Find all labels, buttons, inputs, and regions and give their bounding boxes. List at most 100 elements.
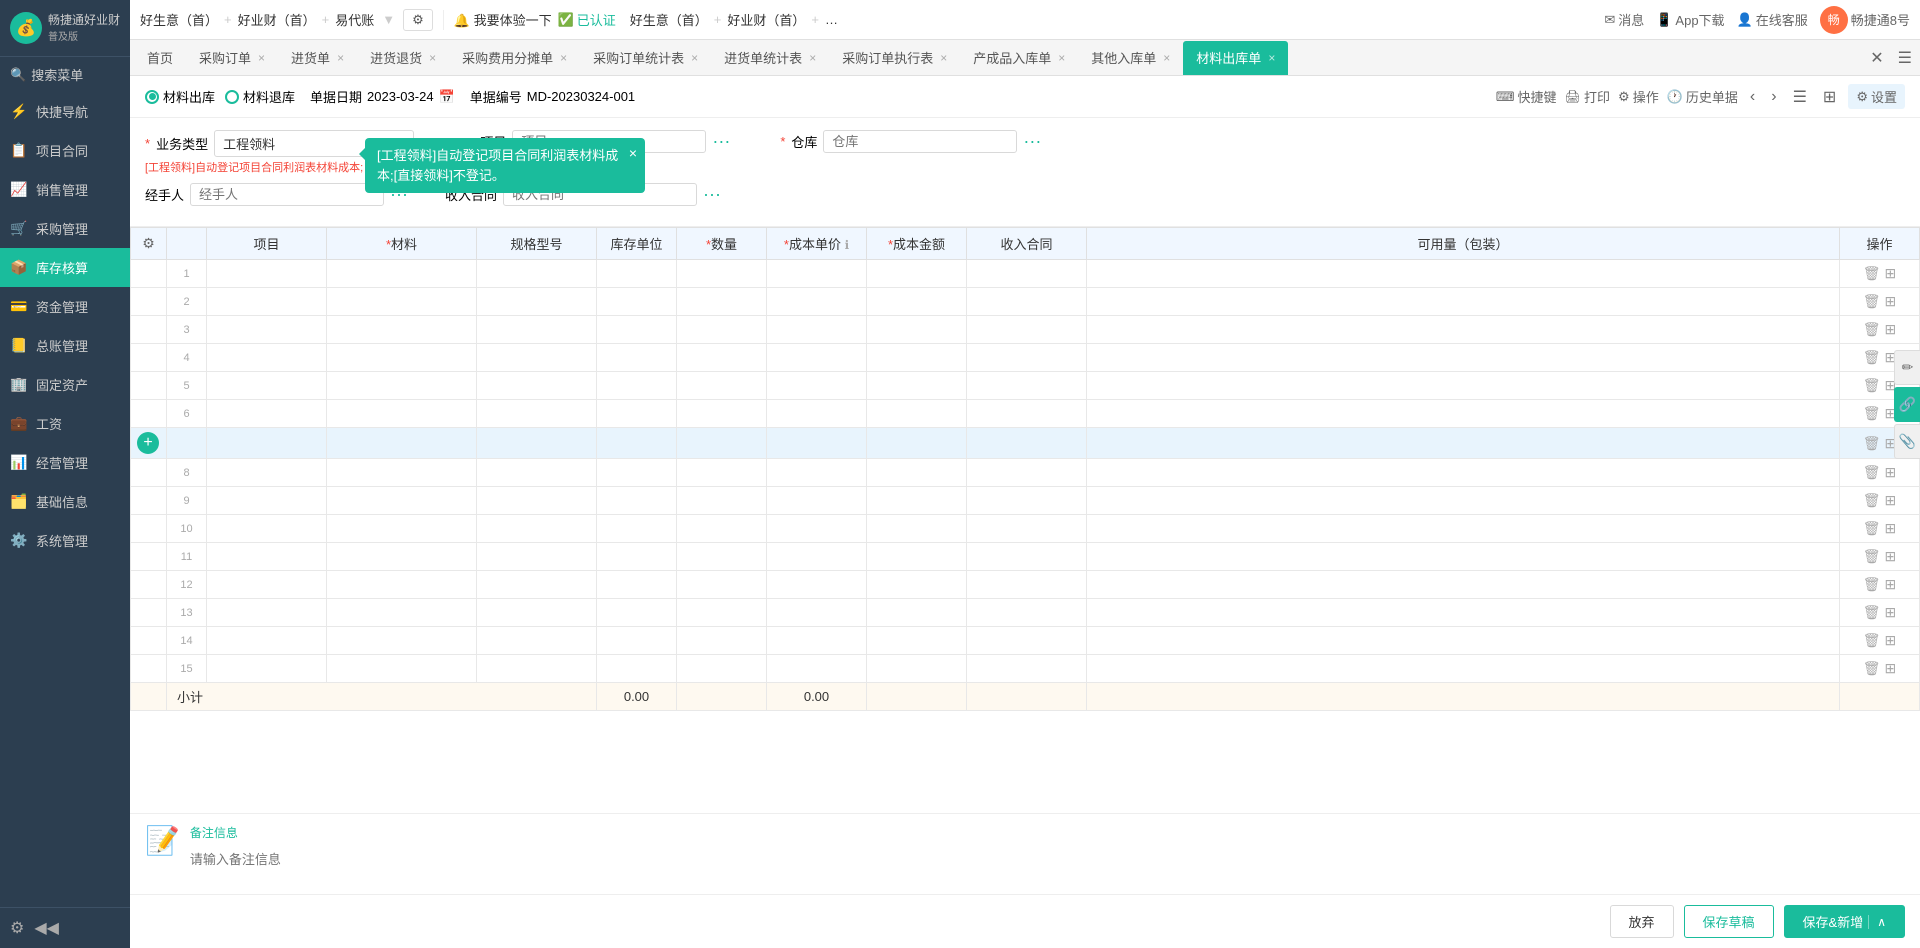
notes-input[interactable]: [190, 844, 365, 884]
delete-row-btn[interactable]: 🗑: [1863, 265, 1881, 282]
delete-row-btn[interactable]: 🗑: [1863, 377, 1881, 394]
calendar-icon[interactable]: 📅: [439, 89, 455, 105]
copy-row-btn[interactable]: ⊞: [1885, 293, 1897, 310]
tab-purchase-order-close[interactable]: ×: [258, 51, 265, 65]
sidebar-item-purchase[interactable]: 🛒 采购管理: [0, 209, 130, 248]
user-profile[interactable]: 畅 畅捷通8号: [1820, 6, 1910, 34]
sidebar-settings-btn[interactable]: ⚙: [10, 918, 24, 938]
right-panel-edit-btn[interactable]: ✏: [1894, 350, 1920, 385]
tab-incoming-stat[interactable]: 进货单统计表×: [711, 41, 829, 75]
topbar-experience-link[interactable]: 🔔 我要体验一下: [454, 10, 552, 29]
income-contract-dots-btn[interactable]: ···: [703, 184, 721, 205]
handler-input[interactable]: [190, 183, 384, 206]
add-row-btn[interactable]: +: [137, 432, 159, 454]
copy-row-btn[interactable]: ⊞: [1885, 492, 1897, 509]
delete-row-btn[interactable]: 🗑: [1863, 349, 1881, 366]
tab-other-instore[interactable]: 其他入库单×: [1078, 41, 1183, 75]
copy-row-btn[interactable]: ⊞: [1885, 265, 1897, 282]
view-list-btn[interactable]: ☰: [1789, 85, 1811, 109]
right-panel-link-btn[interactable]: 🔗: [1894, 387, 1920, 422]
project-dots-btn[interactable]: ···: [712, 131, 730, 152]
column-settings-icon[interactable]: ⚙: [142, 235, 155, 251]
tab-incoming-stat-close[interactable]: ×: [809, 51, 816, 65]
topbar-link-yecai[interactable]: 好业财（首）: [238, 10, 316, 29]
delete-row-btn[interactable]: 🗑: [1863, 604, 1881, 621]
sidebar-item-operations[interactable]: 📊 经营管理: [0, 443, 130, 482]
tab-close-all-btn[interactable]: ✕: [1866, 46, 1887, 70]
copy-row-btn[interactable]: ⊞: [1885, 576, 1897, 593]
warehouse-input[interactable]: [823, 130, 1017, 153]
copy-row-btn[interactable]: ⊞: [1885, 548, 1897, 565]
delete-row-btn[interactable]: 🗑: [1863, 321, 1881, 338]
save-new-btn[interactable]: 保存&新增 ∧: [1784, 905, 1905, 938]
tab-material-outstore[interactable]: 材料出库单×: [1183, 41, 1288, 75]
search-menu[interactable]: 🔍 搜索菜单: [0, 57, 130, 92]
tab-incoming-return[interactable]: 进货退货×: [357, 41, 449, 75]
add-row-project-input[interactable]: [213, 436, 320, 451]
operate-btn[interactable]: ⚙ 操作: [1618, 87, 1659, 106]
tab-other-instore-close[interactable]: ×: [1163, 51, 1170, 65]
history-btn[interactable]: 🕐 历史单据: [1667, 87, 1738, 106]
tab-purchase-expense-close[interactable]: ×: [560, 51, 567, 65]
delete-row-btn[interactable]: 🗑: [1863, 293, 1881, 310]
topbar-link-shengyi2[interactable]: 好生意（首）: [630, 10, 708, 29]
sidebar-item-inventory[interactable]: 📦 库存核算: [0, 248, 130, 287]
settings-display-btn[interactable]: ⚙ 设置: [1848, 84, 1905, 109]
warehouse-dots-btn[interactable]: ···: [1023, 131, 1041, 152]
tab-product-instore[interactable]: 产成品入库单×: [960, 41, 1078, 75]
tab-incoming-return-close[interactable]: ×: [429, 51, 436, 65]
nav-prev-btn[interactable]: ‹: [1746, 86, 1759, 108]
tooltip-close-btn[interactable]: ×: [629, 143, 637, 164]
radio-material-return[interactable]: 材料退库: [225, 87, 295, 106]
sidebar-item-project[interactable]: 📋 项目合同: [0, 131, 130, 170]
col-info-icon[interactable]: ℹ: [845, 238, 850, 252]
tab-purchase-expense[interactable]: 采购费用分摊单×: [449, 41, 580, 75]
discard-btn[interactable]: 放弃: [1610, 905, 1674, 938]
delete-row-btn[interactable]: 🗑: [1863, 548, 1881, 565]
tab-purchase-order[interactable]: 采购订单×: [186, 41, 278, 75]
topbar-app-download-btn[interactable]: 📱 App下载: [1656, 10, 1724, 29]
sidebar-collapse-btn[interactable]: ◀◀: [34, 918, 59, 938]
topbar-link-yidaizhang[interactable]: 易代账: [335, 10, 374, 29]
tab-incoming[interactable]: 进货单×: [278, 41, 357, 75]
view-grid-btn[interactable]: ⊞: [1819, 85, 1840, 109]
delete-row-btn[interactable]: 🗑: [1863, 520, 1881, 537]
tab-purchase-stat-close[interactable]: ×: [691, 51, 698, 65]
sidebar-item-salary[interactable]: 💼 工资: [0, 404, 130, 443]
delete-row-btn[interactable]: 🗑: [1863, 632, 1881, 649]
sidebar-item-system[interactable]: ⚙️ 系统管理: [0, 521, 130, 560]
delete-add-row-btn[interactable]: 🗑: [1863, 435, 1881, 452]
copy-row-btn[interactable]: ⊞: [1885, 464, 1897, 481]
copy-row-btn[interactable]: ⊞: [1885, 632, 1897, 649]
nav-next-btn[interactable]: ›: [1767, 86, 1780, 108]
topbar-link-more[interactable]: …: [825, 12, 838, 27]
add-row-material-input[interactable]: [333, 436, 470, 451]
delete-row-btn[interactable]: 🗑: [1863, 405, 1881, 422]
tab-material-outstore-close[interactable]: ×: [1268, 51, 1275, 65]
tab-purchase-stat[interactable]: 采购订单统计表×: [580, 41, 711, 75]
sidebar-item-finance[interactable]: 💳 资金管理: [0, 287, 130, 326]
sidebar-item-ledger[interactable]: 📒 总账管理: [0, 326, 130, 365]
save-draft-btn[interactable]: 保存草稿: [1684, 905, 1774, 938]
sidebar-item-sales[interactable]: 📈 销售管理: [0, 170, 130, 209]
sidebar-item-assets[interactable]: 🏢 固定资产: [0, 365, 130, 404]
tab-incoming-close[interactable]: ×: [337, 51, 344, 65]
radio-material-outstore[interactable]: 材料出库: [145, 87, 215, 106]
copy-row-btn[interactable]: ⊞: [1885, 321, 1897, 338]
copy-row-btn[interactable]: ⊞: [1885, 520, 1897, 537]
delete-row-btn[interactable]: 🗑: [1863, 576, 1881, 593]
tab-purchase-exec[interactable]: 采购订单执行表×: [829, 41, 960, 75]
tab-purchase-exec-close[interactable]: ×: [940, 51, 947, 65]
tab-product-instore-close[interactable]: ×: [1058, 51, 1065, 65]
delete-row-btn[interactable]: 🗑: [1863, 492, 1881, 509]
print-btn[interactable]: 🖨 打印: [1565, 87, 1611, 106]
topbar-message-btn[interactable]: ✉ 消息: [1604, 10, 1644, 29]
tab-menu-btn[interactable]: ☰: [1894, 46, 1916, 70]
copy-row-btn[interactable]: ⊞: [1885, 604, 1897, 621]
tab-home[interactable]: 首页: [134, 41, 186, 75]
topbar-settings-btn[interactable]: ⚙: [403, 9, 433, 31]
delete-row-btn[interactable]: 🗑: [1863, 464, 1881, 481]
copy-row-btn[interactable]: ⊞: [1885, 660, 1897, 677]
right-panel-attach-btn[interactable]: 📎: [1894, 424, 1920, 459]
topbar-link-shengyi[interactable]: 好生意（首）: [140, 10, 218, 29]
